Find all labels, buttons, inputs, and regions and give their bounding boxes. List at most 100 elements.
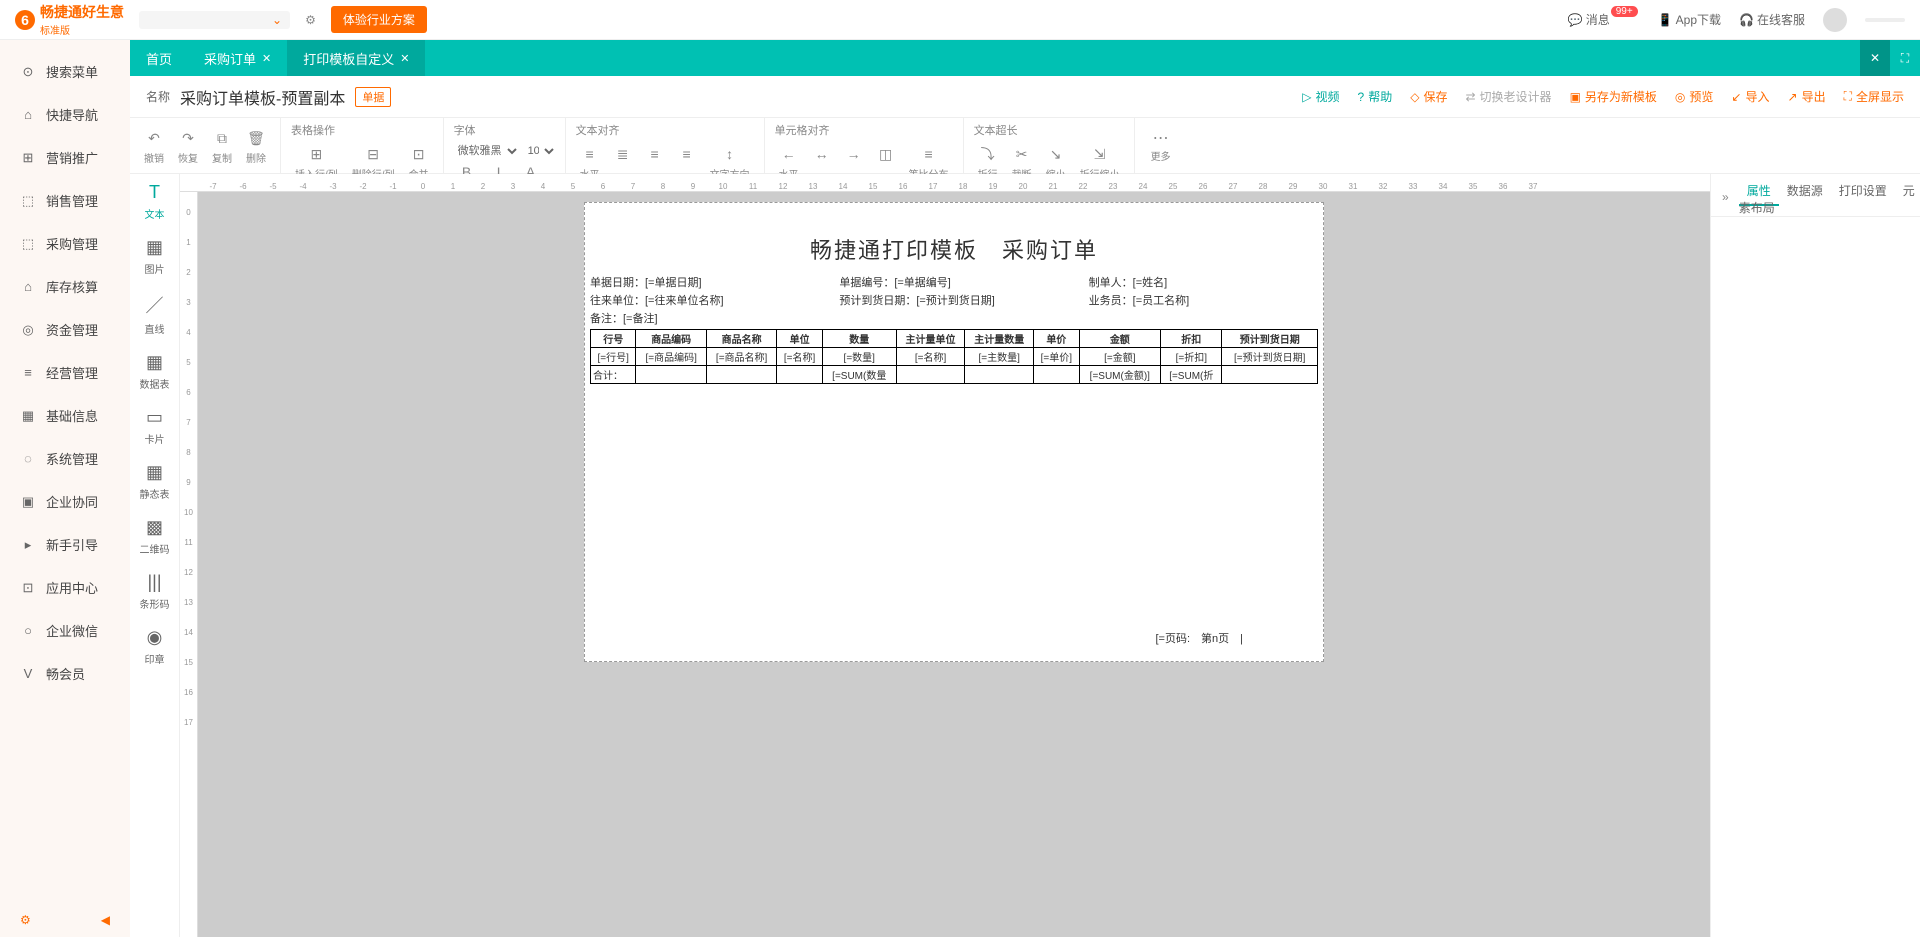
sidebar-item[interactable]: ◌系统管理	[0, 437, 130, 480]
table-header[interactable]: 预计到货日期	[1222, 330, 1318, 348]
table-cell[interactable]: [=行号]	[591, 348, 636, 366]
sidebar-item[interactable]: ⌂快捷导航	[0, 93, 130, 136]
toolbar-button[interactable]: ◫	[871, 142, 901, 168]
sidebar-item[interactable]: ⌂库存核算	[0, 265, 130, 308]
font-family-select[interactable]: 微软雅黑	[452, 142, 520, 160]
table-header[interactable]: 主计量数量	[965, 330, 1034, 348]
sum-cell[interactable]	[706, 366, 776, 384]
tab-home[interactable]: 首页	[130, 40, 188, 76]
table-cell[interactable]: [=名称]	[777, 348, 822, 366]
info-cell[interactable]: 单据日期：[=单据日期]	[590, 273, 819, 291]
table-cell[interactable]: [=预计到货日期]	[1222, 348, 1318, 366]
info-cell[interactable]: 备注：[=备注]	[590, 309, 819, 327]
table-cell[interactable]: [=数量]	[822, 348, 896, 366]
table-header[interactable]: 行号	[591, 330, 636, 348]
tool-条形码[interactable]: |||条形码	[130, 564, 179, 619]
panel-tab[interactable]: 打印设置	[1831, 178, 1895, 204]
gear-icon[interactable]: ⚙	[20, 913, 31, 927]
table-cell[interactable]: [=商品名称]	[706, 348, 776, 366]
page-title[interactable]: 畅捷通打印模板 采购订单	[590, 233, 1318, 265]
info-cell[interactable]: 往来单位：[=往来单位名称]	[590, 291, 819, 309]
tool-静态表[interactable]: ▦静态表	[130, 454, 179, 509]
action-视频[interactable]: ▷视频	[1302, 88, 1339, 105]
toolbar-button[interactable]: ≡	[672, 142, 702, 168]
tool-图片[interactable]: ▦图片	[130, 229, 179, 284]
collapse-icon[interactable]: ◀	[101, 913, 110, 927]
action-导入[interactable]: ↙导入	[1731, 88, 1769, 105]
table-cell[interactable]: [=主数量]	[965, 348, 1034, 366]
data-table[interactable]: 行号商品编码商品名称单位数量主计量单位主计量数量单价金额折扣预计到货日期 [=行…	[590, 329, 1318, 384]
close-icon[interactable]: ✕	[400, 52, 409, 65]
close-all-button[interactable]: ✕	[1860, 40, 1890, 76]
table-cell[interactable]: [=名称]	[896, 348, 965, 366]
sum-cell[interactable]	[636, 366, 706, 384]
table-header[interactable]: 折扣	[1161, 330, 1222, 348]
table-cell[interactable]: [=单价]	[1034, 348, 1079, 366]
table-header[interactable]: 金额	[1079, 330, 1161, 348]
industry-solution-button[interactable]: 体验行业方案	[331, 6, 427, 33]
messages-link[interactable]: 💬 消息 99+	[1568, 11, 1640, 28]
sum-cell[interactable]	[1034, 366, 1079, 384]
org-selector[interactable]: ⌄	[139, 11, 290, 29]
tool-二维码[interactable]: ▩二维码	[130, 509, 179, 564]
info-cell[interactable]: 预计到货日期：[=预计到货日期]	[839, 291, 1068, 309]
table-header[interactable]: 主计量单位	[896, 330, 965, 348]
info-cell[interactable]: 制单人：[=姓名]	[1089, 273, 1318, 291]
sidebar-item[interactable]: ⊡应用中心	[0, 566, 130, 609]
table-header[interactable]: 单位	[777, 330, 822, 348]
table-cell[interactable]: [=折扣]	[1161, 348, 1222, 366]
toolbar-button[interactable]: →	[839, 142, 869, 168]
sidebar-item[interactable]: V畅会员	[0, 652, 130, 695]
toolbar-button[interactable]: ↶撤销	[138, 126, 170, 167]
sum-cell[interactable]: [=SUM(折	[1161, 366, 1222, 384]
sidebar-item[interactable]: ▦基础信息	[0, 394, 130, 437]
panel-tab[interactable]: 数据源	[1779, 178, 1831, 204]
sidebar-item[interactable]: ≡经营管理	[0, 351, 130, 394]
sum-cell[interactable]	[1222, 366, 1318, 384]
sum-cell[interactable]	[965, 366, 1034, 384]
page[interactable]: 畅捷通打印模板 采购订单 单据日期：[=单据日期] 单据编号：[=单据编号] 制单人…	[584, 202, 1324, 662]
toolbar-button[interactable]: ≡	[640, 142, 670, 168]
table-cell[interactable]: [=金额]	[1079, 348, 1161, 366]
tab-purchase-order[interactable]: 采购订单✕	[188, 40, 287, 76]
toolbar-button[interactable]: 🗑删除	[240, 126, 272, 167]
action-切换老设计器[interactable]: ⇄切换老设计器	[1465, 88, 1551, 105]
expand-icon[interactable]: »	[1716, 182, 1735, 216]
info-cell[interactable]: 业务员：[=员工名称]	[1089, 291, 1318, 309]
table-cell[interactable]: [=商品编码]	[636, 348, 706, 366]
font-size-select[interactable]: 10	[522, 142, 557, 160]
sidebar-item[interactable]: ⊙搜索菜单	[0, 50, 130, 93]
sidebar-item[interactable]: ⬚销售管理	[0, 179, 130, 222]
toolbar-button[interactable]: ↔	[807, 142, 837, 168]
avatar[interactable]	[1823, 8, 1847, 32]
tool-数据表[interactable]: ▦数据表	[130, 344, 179, 399]
info-cell[interactable]: 单据编号：[=单据编号]	[839, 273, 1068, 291]
canvas-background[interactable]: 畅捷通打印模板 采购订单 单据日期：[=单据日期] 单据编号：[=单据编号] 制单人…	[198, 192, 1710, 937]
sidebar-item[interactable]: ◎资金管理	[0, 308, 130, 351]
table-header[interactable]: 商品编码	[636, 330, 706, 348]
toolbar-button[interactable]: ≣	[608, 142, 638, 168]
sum-cell[interactable]: 合计：	[591, 366, 636, 384]
action-导出[interactable]: ↗导出	[1788, 88, 1826, 105]
action-预览[interactable]: ◎预览	[1675, 88, 1714, 105]
sidebar-item[interactable]: ⬚采购管理	[0, 222, 130, 265]
tab-print-template[interactable]: 打印模板自定义✕	[287, 40, 425, 76]
toolbar-more[interactable]: ⋯更多	[1135, 118, 1187, 173]
action-帮助[interactable]: ?帮助	[1358, 88, 1393, 105]
app-download-link[interactable]: 📱 App下载	[1658, 11, 1721, 28]
support-link[interactable]: 🎧 在线客服	[1739, 11, 1805, 28]
sidebar-item[interactable]: ⊞营销推广	[0, 136, 130, 179]
page-footer[interactable]: [=页码: 第n页 |	[1155, 630, 1243, 646]
sidebar-item[interactable]: ▸新手引导	[0, 523, 130, 566]
tool-直线[interactable]: ／直线	[130, 284, 179, 344]
sum-cell[interactable]: [=SUM(数量	[822, 366, 896, 384]
sum-cell[interactable]	[896, 366, 965, 384]
action-保存[interactable]: ◇保存	[1410, 88, 1447, 105]
action-另存为新模板[interactable]: ▣另存为新模板	[1570, 88, 1657, 105]
sidebar-item[interactable]: ▣企业协同	[0, 480, 130, 523]
tool-印章[interactable]: ◉印章	[130, 619, 179, 674]
user-name[interactable]	[1865, 18, 1905, 22]
sum-cell[interactable]: [=SUM(金额)]	[1079, 366, 1161, 384]
fullscreen-button[interactable]: ⛶	[1890, 40, 1920, 76]
table-header[interactable]: 单价	[1034, 330, 1079, 348]
